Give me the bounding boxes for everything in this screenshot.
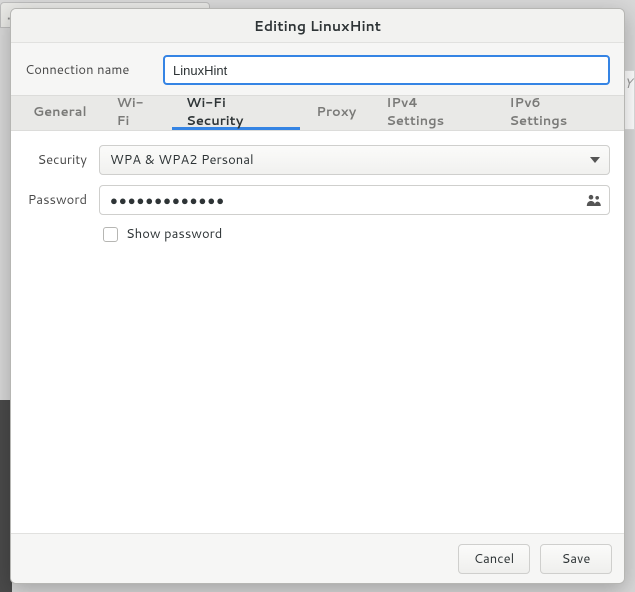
dialog-title: Editing LinuxHint [254, 16, 381, 36]
security-label: Security [25, 151, 89, 169]
password-row: Password [25, 185, 610, 215]
dialog-titlebar: Editing LinuxHint [11, 9, 624, 43]
settings-tabs: General Wi-Fi Wi-Fi Security Proxy IPv4 … [11, 95, 624, 131]
tab-wifi-security[interactable]: Wi-Fi Security [172, 96, 300, 130]
tab-panel-wifi-security: Security WPA & WPA2 Personal Password [11, 131, 624, 533]
edit-connection-dialog: Editing LinuxHint Connection name Genera… [10, 8, 625, 584]
connection-name-input[interactable] [163, 55, 610, 85]
show-password-checkbox[interactable] [103, 227, 118, 242]
users-icon[interactable] [586, 194, 602, 206]
cancel-button[interactable]: Cancel [458, 544, 530, 574]
show-password-row: Show password [103, 225, 610, 243]
security-row: Security WPA & WPA2 Personal [25, 145, 610, 175]
tab-wifi[interactable]: Wi-Fi [103, 96, 171, 130]
password-input-wrap [99, 185, 610, 215]
password-input[interactable] [99, 185, 610, 215]
show-password-label: Show password [126, 225, 222, 243]
dialog-footer: Cancel Save [11, 533, 624, 583]
save-button[interactable]: Save [540, 544, 612, 574]
password-label: Password [25, 191, 89, 209]
tab-ipv6-settings[interactable]: IPv6 Settings [495, 96, 616, 130]
connection-name-row: Connection name [11, 43, 624, 95]
security-select-wrap: WPA & WPA2 Personal [99, 145, 610, 175]
tab-proxy[interactable]: Proxy [302, 96, 370, 130]
tab-ipv4-settings[interactable]: IPv4 Settings [372, 96, 493, 130]
security-select[interactable]: WPA & WPA2 Personal [99, 145, 610, 175]
connection-name-label: Connection name [25, 61, 153, 79]
security-selected-value: WPA & WPA2 Personal [110, 151, 254, 169]
tab-general[interactable]: General [19, 96, 101, 130]
